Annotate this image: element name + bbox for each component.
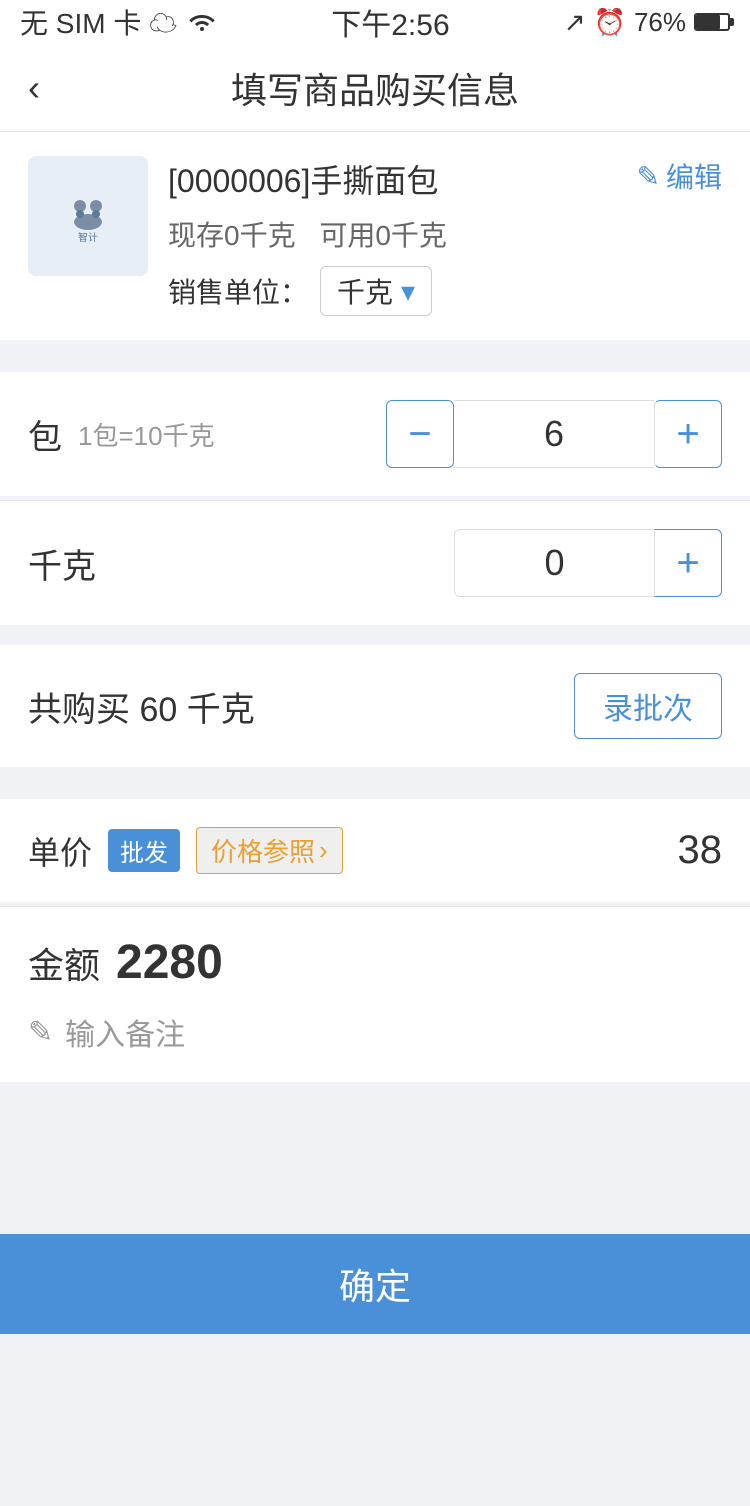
pack-quantity-control: − + bbox=[386, 400, 722, 468]
wifi-icon bbox=[187, 6, 217, 38]
amount-value: 2280 bbox=[116, 935, 223, 990]
batch-button[interactable]: 录批次 bbox=[574, 673, 722, 739]
product-section: 智计 [0000006]手撕面包 现存0千克 可用0千克 销售单位： 千克 ▾ … bbox=[0, 132, 750, 340]
note-placeholder: 输入备注 bbox=[65, 1010, 185, 1054]
price-section: 单价 批发 价格参照 › 38 bbox=[0, 799, 750, 902]
quantity-kg-section: 千克 + bbox=[0, 501, 750, 625]
kg-label: 千克 bbox=[28, 539, 96, 588]
summary-text: 共购买 60 千克 bbox=[28, 682, 255, 731]
location-icon: ↗ bbox=[564, 7, 586, 38]
product-thumbnail: 智计 bbox=[28, 156, 148, 276]
edit-icon: ✎ bbox=[637, 160, 660, 193]
pack-label: 包 1包=10千克 bbox=[28, 410, 215, 459]
alarm-icon: ⏰ bbox=[594, 7, 626, 38]
chevron-right-icon: › bbox=[319, 835, 328, 866]
note-icon: ✎ bbox=[28, 1015, 53, 1050]
amount-section: 金额 2280 ✎ 输入备注 bbox=[0, 907, 750, 1082]
quantity-pack-row: 包 1包=10千克 − + bbox=[28, 372, 722, 496]
product-stock: 现存0千克 可用0千克 bbox=[168, 214, 722, 254]
pack-decrement-button[interactable]: − bbox=[386, 400, 454, 468]
section-divider-3 bbox=[0, 783, 750, 799]
pack-increment-button[interactable]: + bbox=[654, 400, 722, 468]
page-title: 填写商品购买信息 bbox=[231, 62, 519, 114]
kg-quantity-input[interactable] bbox=[454, 529, 654, 597]
battery-icon bbox=[694, 13, 730, 31]
section-divider-1 bbox=[0, 356, 750, 372]
price-reference-button[interactable]: 价格参照 › bbox=[196, 827, 343, 874]
nav-bar: ‹ 填写商品购买信息 bbox=[0, 44, 750, 132]
product-unit-row: 销售单位： 千克 ▾ bbox=[168, 266, 722, 316]
quantity-kg-row: 千克 + bbox=[28, 501, 722, 625]
battery-level: 76% bbox=[634, 7, 686, 38]
confirm-bar[interactable]: 确定 bbox=[0, 1234, 750, 1334]
status-left: 无 SIM 卡 ☁ bbox=[20, 2, 217, 42]
quantity-pack-section: 包 1包=10千克 − + bbox=[0, 372, 750, 496]
amount-label: 金额 bbox=[28, 937, 100, 989]
confirm-button[interactable]: 确定 bbox=[339, 1258, 411, 1310]
pack-hint: 1包=10千克 bbox=[78, 416, 215, 453]
section-divider-2 bbox=[0, 629, 750, 645]
pack-quantity-input[interactable] bbox=[454, 400, 654, 468]
price-label: 单价 bbox=[28, 828, 92, 874]
status-right: ↗ ⏰ 76% bbox=[564, 7, 730, 38]
status-bar: 无 SIM 卡 ☁ 下午2:56 ↗ ⏰ 76% bbox=[0, 0, 750, 44]
kg-quantity-control: + bbox=[454, 529, 722, 597]
back-button[interactable]: ‹ bbox=[28, 67, 40, 109]
dropdown-icon: ▾ bbox=[401, 275, 415, 308]
svg-text:智计: 智计 bbox=[78, 231, 98, 244]
price-batch-tag: 批发 bbox=[108, 829, 180, 872]
sim-status: 无 SIM 卡 ☁ bbox=[20, 2, 177, 42]
price-value: 38 bbox=[678, 828, 723, 873]
note-row[interactable]: ✎ 输入备注 bbox=[28, 1010, 722, 1054]
unit-selector[interactable]: 千克 ▾ bbox=[320, 266, 432, 316]
status-time: 下午2:56 bbox=[331, 0, 449, 44]
summary-section: 共购买 60 千克 录批次 bbox=[0, 645, 750, 767]
edit-button[interactable]: ✎ 编辑 bbox=[637, 156, 722, 196]
price-row: 单价 批发 价格参照 › 38 bbox=[28, 827, 722, 874]
amount-row: 金额 2280 bbox=[28, 935, 722, 990]
kg-increment-button[interactable]: + bbox=[654, 529, 722, 597]
